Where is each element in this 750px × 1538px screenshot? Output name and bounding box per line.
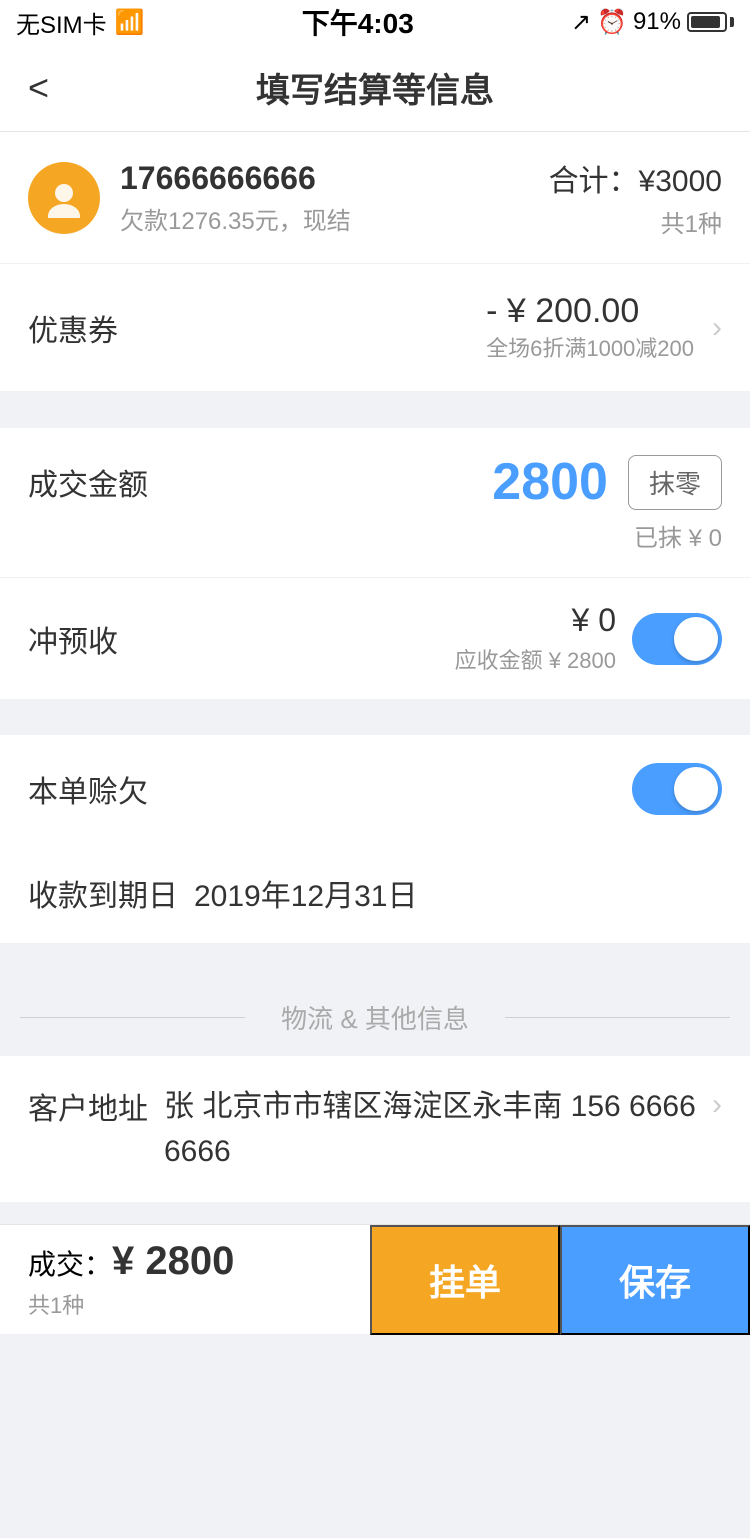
bottom-bar: 成交：¥ 2800 共1种 挂单 保存 — [0, 1224, 750, 1334]
location-icon: ↗ — [571, 8, 591, 37]
status-right: ↗ ⏰ 91% — [571, 8, 734, 37]
customer-phone: 17666666666 — [120, 160, 351, 197]
coupon-sub: 全场6折满1000减200 — [486, 331, 694, 363]
back-button[interactable]: < — [28, 67, 49, 109]
prepay-section: 冲预收 ¥ 0 应收金额 ¥ 2800 — [0, 578, 750, 699]
coupon-amount: - ¥ 200.00 — [486, 292, 694, 331]
address-label: 客户地址 — [28, 1084, 148, 1128]
nav-bar: < 填写结算等信息 — [0, 44, 750, 132]
amount-row: 成交金额 2800 抹零 — [28, 452, 722, 512]
amount-section: 成交金额 2800 抹零 已抹 ¥ 0 — [0, 428, 750, 578]
coupon-info: - ¥ 200.00 全场6折满1000减200 — [486, 292, 694, 363]
address-section[interactable]: 客户地址 张 北京市市辖区海淀区永丰南 156 6666 6666 › — [0, 1056, 750, 1202]
address-chevron-icon: › — [712, 1088, 722, 1122]
debt-label: 本单赊欠 — [28, 767, 148, 811]
prepay-sub: 应收金额 ¥ 2800 — [455, 643, 616, 675]
prepay-right: ¥ 0 应收金额 ¥ 2800 — [455, 602, 722, 675]
summary-amount: ¥ 2800 — [112, 1239, 234, 1283]
prepay-toggle[interactable] — [632, 613, 722, 665]
summary-count: 共1种 — [28, 1288, 342, 1320]
duedate-value: 2019年12月31日 — [194, 871, 417, 915]
logistics-text: 物流 & 其他信息 — [265, 999, 485, 1036]
bottom-summary: 成交：¥ 2800 共1种 — [0, 1239, 370, 1320]
amount-value: 2800 — [492, 452, 608, 512]
avatar — [28, 162, 100, 234]
address-value: 张 北京市市辖区海淀区永丰南 156 6666 6666 — [164, 1084, 702, 1174]
debt-toggle-knob — [674, 767, 718, 811]
prepay-label: 冲预收 — [28, 617, 118, 661]
logistics-line-left — [20, 1017, 245, 1018]
wifi-icon: 📶 — [115, 8, 145, 37]
total-amount: 合计：¥3000 — [549, 156, 722, 200]
save-button[interactable]: 保存 — [560, 1225, 750, 1335]
customer-card: 17666666666 欠款1276.35元，现结 合计：¥3000 共1种 优… — [0, 132, 750, 392]
debt-card: 本单赊欠 收款到期日 2019年12月31日 — [0, 735, 750, 943]
amount-right: 2800 抹零 — [492, 452, 722, 512]
debt-section: 本单赊欠 — [0, 735, 750, 843]
total-count: 共1种 — [549, 204, 722, 239]
status-time: 下午4:03 — [302, 2, 414, 42]
amount-label: 成交金额 — [28, 460, 148, 504]
duedate-row: 收款到期日 2019年12月31日 — [28, 871, 722, 915]
battery-icon — [687, 12, 734, 32]
customer-sub: 欠款1276.35元，现结 — [120, 201, 351, 236]
amount-sub: 已抹 ¥ 0 — [28, 518, 722, 553]
duedate-label: 收款到期日 — [28, 871, 178, 915]
divider-3 — [0, 959, 750, 979]
customer-left: 17666666666 欠款1276.35元，现结 — [28, 160, 351, 236]
hold-button[interactable]: 挂单 — [370, 1225, 560, 1335]
page-title: 填写结算等信息 — [256, 63, 494, 112]
carrier-text: 无SIM卡 — [16, 5, 107, 40]
coupon-label: 优惠券 — [28, 306, 118, 350]
prepay-value: ¥ 0 — [455, 602, 616, 639]
logistics-line-right — [505, 1017, 730, 1018]
customer-row: 17666666666 欠款1276.35元，现结 合计：¥3000 共1种 — [0, 132, 750, 264]
battery-percent: 91% — [633, 8, 681, 36]
address-card: 客户地址 张 北京市市辖区海淀区永丰南 156 6666 6666 › — [0, 1056, 750, 1202]
divider-2 — [0, 715, 750, 735]
round-button[interactable]: 抹零 — [628, 455, 722, 510]
prepay-amount: ¥ 0 应收金额 ¥ 2800 — [455, 602, 616, 675]
duedate-section: 收款到期日 2019年12月31日 — [0, 843, 750, 943]
logistics-separator: 物流 & 其他信息 — [0, 979, 750, 1056]
divider-1 — [0, 408, 750, 428]
coupon-row[interactable]: 优惠券 - ¥ 200.00 全场6折满1000减200 › — [0, 264, 750, 392]
status-left: 无SIM卡 📶 — [16, 5, 145, 40]
prepay-row: 冲预收 ¥ 0 应收金额 ¥ 2800 — [28, 602, 722, 675]
summary-label: 成交： — [28, 1249, 112, 1280]
customer-total: 合计：¥3000 共1种 — [549, 156, 722, 239]
transaction-card: 成交金额 2800 抹零 已抹 ¥ 0 冲预收 ¥ 0 应收金额 ¥ 2800 — [0, 428, 750, 699]
customer-info: 17666666666 欠款1276.35元，现结 — [120, 160, 351, 236]
status-bar: 无SIM卡 📶 下午4:03 ↗ ⏰ 91% — [0, 0, 750, 44]
bottom-summary-top: 成交：¥ 2800 — [28, 1239, 342, 1284]
toggle-knob — [674, 617, 718, 661]
alarm-icon: ⏰ — [597, 8, 627, 37]
chevron-right-icon: › — [712, 311, 722, 345]
coupon-right: - ¥ 200.00 全场6折满1000减200 › — [486, 292, 722, 363]
debt-toggle[interactable] — [632, 763, 722, 815]
